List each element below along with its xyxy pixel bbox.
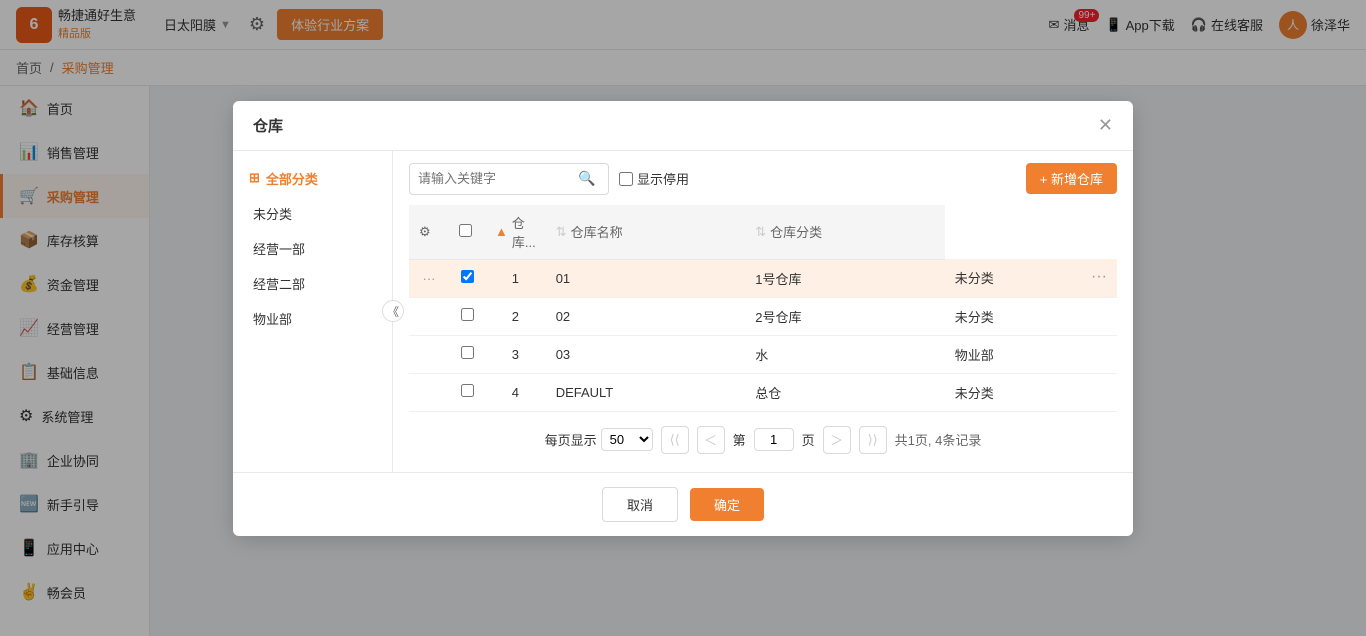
col-gear: ⚙ xyxy=(409,205,449,260)
table-toolbar: 🔍 显示停用 + 新增仓库 xyxy=(409,163,1117,195)
add-warehouse-button[interactable]: + 新增仓库 xyxy=(1026,163,1117,194)
table-container: ⚙ ▲ 仓库... xyxy=(409,205,1117,412)
row-number: 2 xyxy=(485,297,546,335)
category-item[interactable]: 经营二部 xyxy=(233,266,392,301)
per-page-dropdown[interactable]: 10 20 50 100 xyxy=(601,428,653,451)
row-checkbox[interactable] xyxy=(461,270,474,283)
next-page-button[interactable]: ＞ xyxy=(823,426,851,454)
dialog-footer: 取消 确定 xyxy=(233,472,1133,536)
collapse-panel-button[interactable]: 《 xyxy=(382,300,404,322)
row-category: 物业部 xyxy=(945,335,1117,373)
row-actions xyxy=(409,373,449,411)
row-checkbox[interactable] xyxy=(461,308,474,321)
confirm-button[interactable]: 确定 xyxy=(690,488,764,521)
table-header: ⚙ ▲ 仓库... xyxy=(409,205,1117,260)
row-name: 2号仓库 xyxy=(745,297,945,335)
col-code-label: 仓库... xyxy=(512,213,536,251)
row-category: 未分类 xyxy=(945,297,1117,335)
total-count: 共1页, 4条记录 xyxy=(895,430,982,449)
all-category-label: 全部分类 xyxy=(266,169,318,188)
search-input[interactable] xyxy=(418,171,578,186)
row-name: 水 xyxy=(745,335,945,373)
row-code: 02 xyxy=(546,297,746,335)
row-actions xyxy=(409,335,449,373)
dialog-overlay: 仓库 ✕ ⊞ 全部分类 未分类 经营一部 经营二部 物业部 《 xyxy=(0,0,1366,636)
col-category-label: 仓库分类 xyxy=(770,222,822,241)
dialog-title: 仓库 xyxy=(253,115,283,136)
warehouse-dialog: 仓库 ✕ ⊞ 全部分类 未分类 经营一部 经营二部 物业部 《 xyxy=(233,101,1133,536)
cancel-button[interactable]: 取消 xyxy=(602,487,678,522)
row-checkbox-cell xyxy=(449,335,485,373)
select-all-checkbox[interactable] xyxy=(459,224,472,237)
row-name: 1号仓库 xyxy=(745,259,945,297)
row-checkbox-cell xyxy=(449,259,485,297)
row-category: 未分类 xyxy=(945,373,1117,411)
col-num-header: ▲ 仓库... xyxy=(485,205,546,260)
row-actions xyxy=(409,297,449,335)
col-name-label: 仓库名称 xyxy=(571,222,623,241)
category-panel: ⊞ 全部分类 未分类 经营一部 经营二部 物业部 《 xyxy=(233,151,393,472)
per-page-label: 每页显示 xyxy=(545,430,597,449)
category-item[interactable]: 物业部 xyxy=(233,301,392,336)
page-unit: 页 xyxy=(802,430,815,449)
search-box: 🔍 xyxy=(409,163,609,195)
per-page-select: 每页显示 10 20 50 100 xyxy=(545,428,653,451)
row-number: 4 xyxy=(485,373,546,411)
col-name-header: ⇅ 仓库名称 xyxy=(546,205,746,260)
table-row[interactable]: 3 03 水 物业部 xyxy=(409,335,1117,373)
pagination: 每页显示 10 20 50 100 ⟨⟨ ＜ 第 页 ＞ ⟩⟩ xyxy=(409,412,1117,460)
row-checkbox[interactable] xyxy=(461,346,474,359)
grid-icon: ⊞ xyxy=(249,170,260,186)
first-page-button[interactable]: ⟨⟨ xyxy=(661,426,689,454)
row-code: 03 xyxy=(546,335,746,373)
row-name: 总仓 xyxy=(745,373,945,411)
row-actions: ··· xyxy=(409,259,449,297)
row-more-icon[interactable]: ··· xyxy=(1091,268,1107,286)
row-code: DEFAULT xyxy=(546,373,746,411)
row-number: 1 xyxy=(485,259,546,297)
prev-page-button[interactable]: ＜ xyxy=(697,426,725,454)
table-body: ··· 1 01 1号仓库 未分类··· 2 02 2号仓库 未分类 3 03 … xyxy=(409,259,1117,411)
col-code-icon: ▲ xyxy=(495,224,508,239)
row-checkbox-cell xyxy=(449,297,485,335)
row-checkbox[interactable] xyxy=(461,384,474,397)
category-item[interactable]: 未分类 xyxy=(233,196,392,231)
col-cat-icon: ⇅ xyxy=(755,224,766,240)
more-icon: ··· xyxy=(423,271,436,286)
table-row[interactable]: 2 02 2号仓库 未分类 xyxy=(409,297,1117,335)
close-icon[interactable]: ✕ xyxy=(1098,115,1113,136)
dialog-body: ⊞ 全部分类 未分类 经营一部 经营二部 物业部 《 🔍 xyxy=(233,151,1133,472)
table-row[interactable]: ··· 1 01 1号仓库 未分类··· xyxy=(409,259,1117,297)
show-disabled-checkbox[interactable] xyxy=(619,172,633,186)
page-input[interactable] xyxy=(754,428,794,451)
last-page-button[interactable]: ⟩⟩ xyxy=(859,426,887,454)
category-item[interactable]: 经营一部 xyxy=(233,231,392,266)
row-checkbox-cell xyxy=(449,373,485,411)
row-category: 未分类··· xyxy=(945,259,1117,297)
row-code: 01 xyxy=(546,259,746,297)
warehouse-table: ⚙ ▲ 仓库... xyxy=(409,205,1117,412)
row-number: 3 xyxy=(485,335,546,373)
table-row[interactable]: 4 DEFAULT 总仓 未分类 xyxy=(409,373,1117,411)
all-category[interactable]: ⊞ 全部分类 xyxy=(233,161,392,196)
page-label: 第 xyxy=(733,430,746,449)
col-category-header: ⇅ 仓库分类 xyxy=(745,205,945,260)
show-disabled-toggle[interactable]: 显示停用 xyxy=(619,169,689,188)
show-disabled-label: 显示停用 xyxy=(637,169,689,188)
table-panel: 🔍 显示停用 + 新增仓库 ⚙ xyxy=(393,151,1133,472)
dialog-header: 仓库 ✕ xyxy=(233,101,1133,151)
col-checkbox-header xyxy=(449,205,485,260)
col-name-icon: ⇅ xyxy=(556,224,567,240)
search-icon[interactable]: 🔍 xyxy=(578,170,595,187)
